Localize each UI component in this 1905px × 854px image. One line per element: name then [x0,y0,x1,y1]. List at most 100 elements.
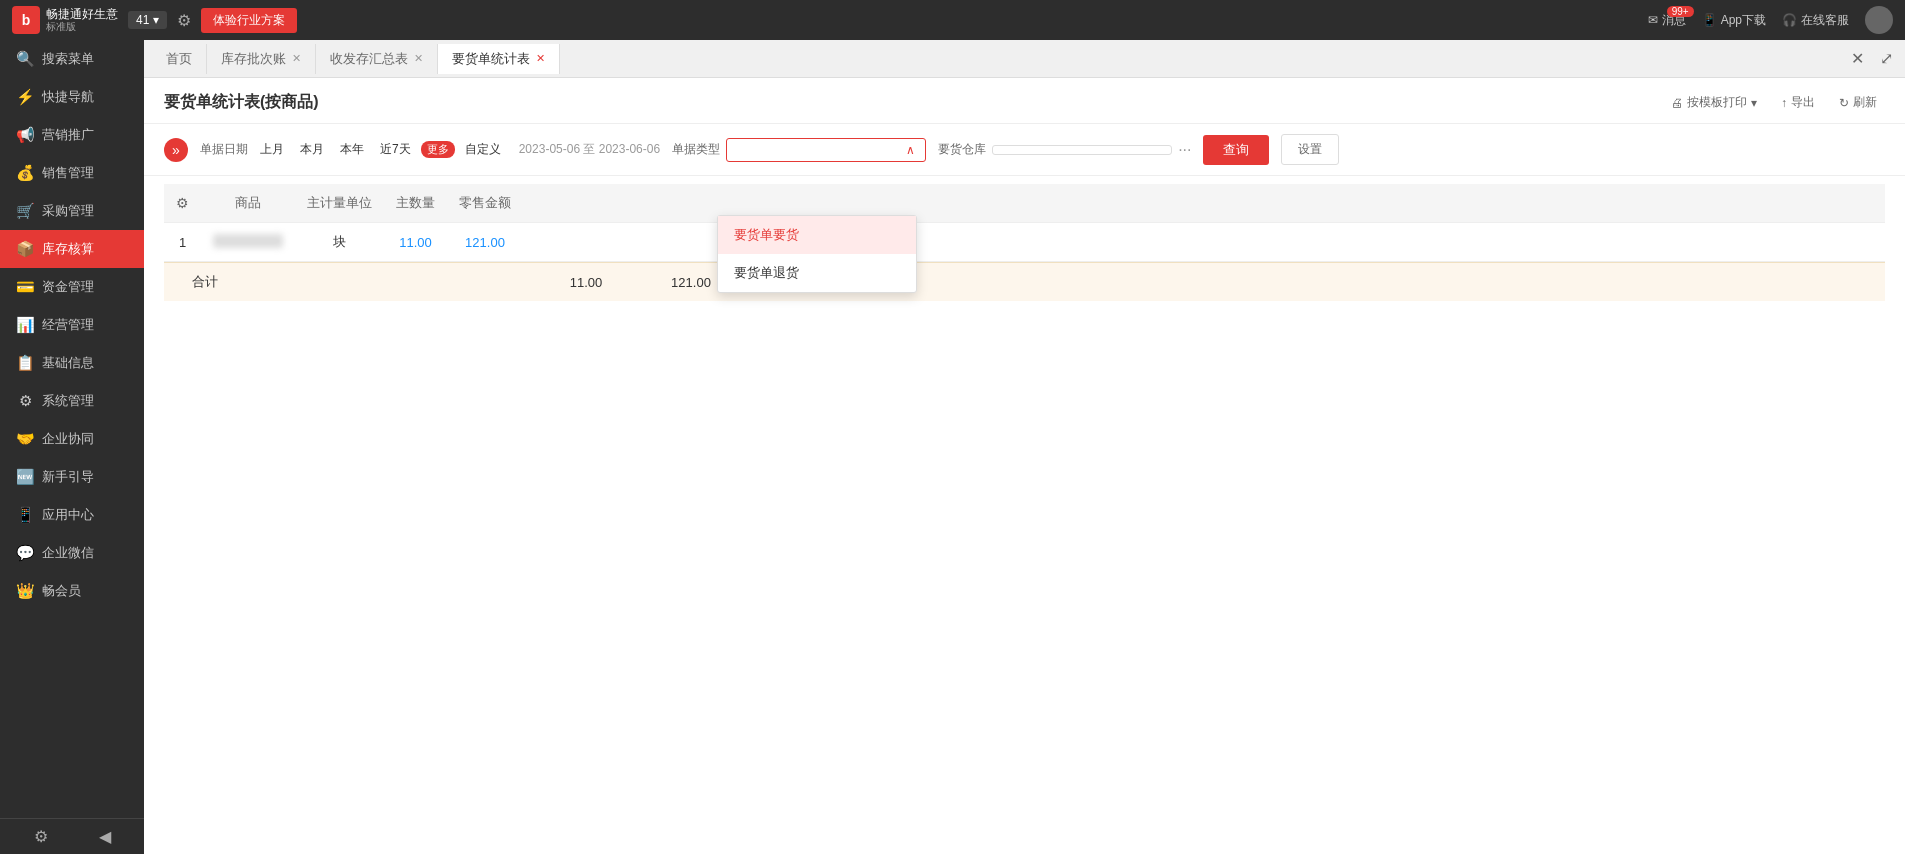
logo-text: 畅捷通好生意 标准版 [46,7,118,33]
settings-filter-button[interactable]: 设置 [1281,134,1339,165]
more-dates-badge[interactable]: 更多 [421,141,455,158]
messages-button[interactable]: ✉ 消息 99+ [1648,12,1686,29]
date-filter-group: 单据日期 上月 本月 本年 近7天 更多 自定义 [200,139,507,160]
tab-summary[interactable]: 收发存汇总表✕ [316,44,438,74]
sidebar-item-label-member: 畅会员 [42,582,81,600]
store-selector[interactable]: 41 ▾ [128,11,167,29]
finance-icon: 💳 [16,278,34,296]
page-title: 要货单统计表(按商品) [164,92,319,113]
sidebar-item-label-guide: 新手引导 [42,468,94,486]
refresh-button[interactable]: ↻ 刷新 [1831,90,1885,115]
dropdown-item-requisition-return[interactable]: 要货单退货 [718,254,916,292]
marketing-icon: 📢 [16,126,34,144]
app-download-button[interactable]: 📱 App下载 [1702,12,1766,29]
sidebar-item-label-inventory: 库存核算 [42,240,94,258]
sidebar-item-label-appstore: 应用中心 [42,506,94,524]
tab-close-all-icon[interactable]: ✕ [1847,45,1868,72]
sidebar-item-wechat[interactable]: 💬 企业微信 [0,534,144,572]
table-wrapper: ⚙ 商品 主计量单位 主数量 零售金额 1 块 11.00 121.00 [144,184,1905,262]
table-settings-icon[interactable]: ⚙ [176,195,189,211]
col-unit-header: 主计量单位 [295,184,384,223]
wechat-icon: 💬 [16,544,34,562]
appstore-icon: 📱 [16,506,34,524]
tab-requisition[interactable]: 要货单统计表✕ [438,44,560,74]
footer-qty: 11.00 [526,275,646,290]
filter-expand-button[interactable]: » [164,138,188,162]
sidebar-item-label-wechat: 企业微信 [42,544,94,562]
tab-label-batch: 库存批次账 [221,50,286,68]
sidebar-bottom: ⚙ ◀ [0,818,144,854]
tab-expand-icon[interactable]: ⤢ [1876,45,1897,72]
avatar[interactable] [1865,6,1893,34]
sidebar-item-label-system: 系统管理 [42,392,94,410]
tab-close-summary[interactable]: ✕ [414,52,423,65]
sidebar-item-basic[interactable]: 📋 基础信息 [0,344,144,382]
guide-icon: 🆕 [16,468,34,486]
sidebar-item-finance[interactable]: 💳 资金管理 [0,268,144,306]
sidebar-settings-icon[interactable]: ⚙ [34,827,48,846]
tab-home[interactable]: 首页 [152,44,207,74]
tab-batch[interactable]: 库存批次账 ✕ [207,44,316,74]
header-settings-icon[interactable]: ⚙ [177,11,191,30]
sidebar-item-sales[interactable]: 💰 销售管理 [0,154,144,192]
operation-icon: 📊 [16,316,34,334]
phone-icon: 📱 [1702,13,1717,27]
page-header: 要货单统计表(按商品) 🖨 按模板打印 ▾ ↑ 导出 ↻ 刷新 [144,78,1905,124]
print-dropdown-icon: ▾ [1751,96,1757,110]
top-header: b 畅捷通好生意 标准版 41 ▾ ⚙ 体验行业方案 ✉ 消息 99+ 📱 Ap… [0,0,1905,40]
sidebar-item-label-search: 搜索菜单 [42,50,94,68]
refresh-label: 刷新 [1853,94,1877,111]
this-month-btn[interactable]: 本月 [294,139,330,160]
this-year-btn[interactable]: 本年 [334,139,370,160]
trial-button[interactable]: 体验行业方案 [201,8,297,33]
sidebar-collapse-icon[interactable]: ◀ [99,827,111,846]
sidebar-item-operation[interactable]: 📊 经营管理 [0,306,144,344]
enterprise-icon: 🤝 [16,430,34,448]
sidebar-item-shortcut[interactable]: ⚡ 快捷导航 [0,78,144,116]
footer-area: 合计 11.00 121.00 [144,262,1905,301]
sidebar-item-label-operation: 经营管理 [42,316,94,334]
row-product-0 [201,223,295,262]
table-header-row: ⚙ 商品 主计量单位 主数量 零售金额 [164,184,1885,223]
filter-bar: » 单据日期 上月 本月 本年 近7天 更多 自定义 2023-05-06 至 … [144,124,1905,176]
prev-month-btn[interactable]: 上月 [254,139,290,160]
col-product-header: 商品 [201,184,295,223]
sidebar-item-system[interactable]: ⚙ 系统管理 [0,382,144,420]
sidebar-item-appstore[interactable]: 📱 应用中心 [0,496,144,534]
tab-close-requisition[interactable]: ✕ [536,52,545,65]
warehouse-select[interactable] [992,145,1172,155]
query-button[interactable]: 查询 [1203,135,1269,165]
message-icon: ✉ [1648,13,1658,27]
type-select[interactable]: ∧ [726,138,926,162]
messages-badge: 99+ [1667,6,1694,17]
tab-close-batch[interactable]: ✕ [292,52,301,65]
sidebar-item-search[interactable]: 🔍 搜索菜单 [0,40,144,78]
print-button[interactable]: 🖨 按模板打印 ▾ [1663,90,1765,115]
sidebar-item-guide[interactable]: 🆕 新手引导 [0,458,144,496]
tab-bar: 首页库存批次账✕收发存汇总表✕要货单统计表✕ ✕ ⤢ [144,40,1905,78]
table-row: 1 块 11.00 121.00 [164,223,1885,262]
row-no-0: 1 [164,223,201,262]
sidebar-item-marketing[interactable]: 📢 营销推广 [0,116,144,154]
system-icon: ⚙ [16,392,34,410]
headset-icon: 🎧 [1782,13,1797,27]
dropdown-item-requisition-order[interactable]: 要货单要货 [718,216,916,254]
online-service-button[interactable]: 🎧 在线客服 [1782,12,1849,29]
col-qty-header: 主数量 [384,184,447,223]
sidebar-item-purchase[interactable]: 🛒 采购管理 [0,192,144,230]
sidebar-item-enterprise[interactable]: 🤝 企业协同 [0,420,144,458]
date-filter-label: 单据日期 [200,141,248,158]
sidebar-item-label-enterprise: 企业协同 [42,430,94,448]
more-filters-icon[interactable]: ··· [1178,141,1191,159]
export-button[interactable]: ↑ 导出 [1773,90,1823,115]
type-filter-label: 单据类型 [672,141,720,158]
custom-date-btn[interactable]: 自定义 [459,139,507,160]
purchase-icon: 🛒 [16,202,34,220]
data-table: ⚙ 商品 主计量单位 主数量 零售金额 1 块 11.00 121.00 [164,184,1885,262]
last7days-btn[interactable]: 近7天 [374,139,417,160]
shortcut-icon: ⚡ [16,88,34,106]
sidebar-item-inventory[interactable]: 📦 库存核算 [0,230,144,268]
sidebar-item-label-marketing: 营销推广 [42,126,94,144]
page-content: 要货单统计表(按商品) 🖨 按模板打印 ▾ ↑ 导出 ↻ 刷新 [144,78,1905,854]
sidebar-item-member[interactable]: 👑 畅会员 [0,572,144,610]
